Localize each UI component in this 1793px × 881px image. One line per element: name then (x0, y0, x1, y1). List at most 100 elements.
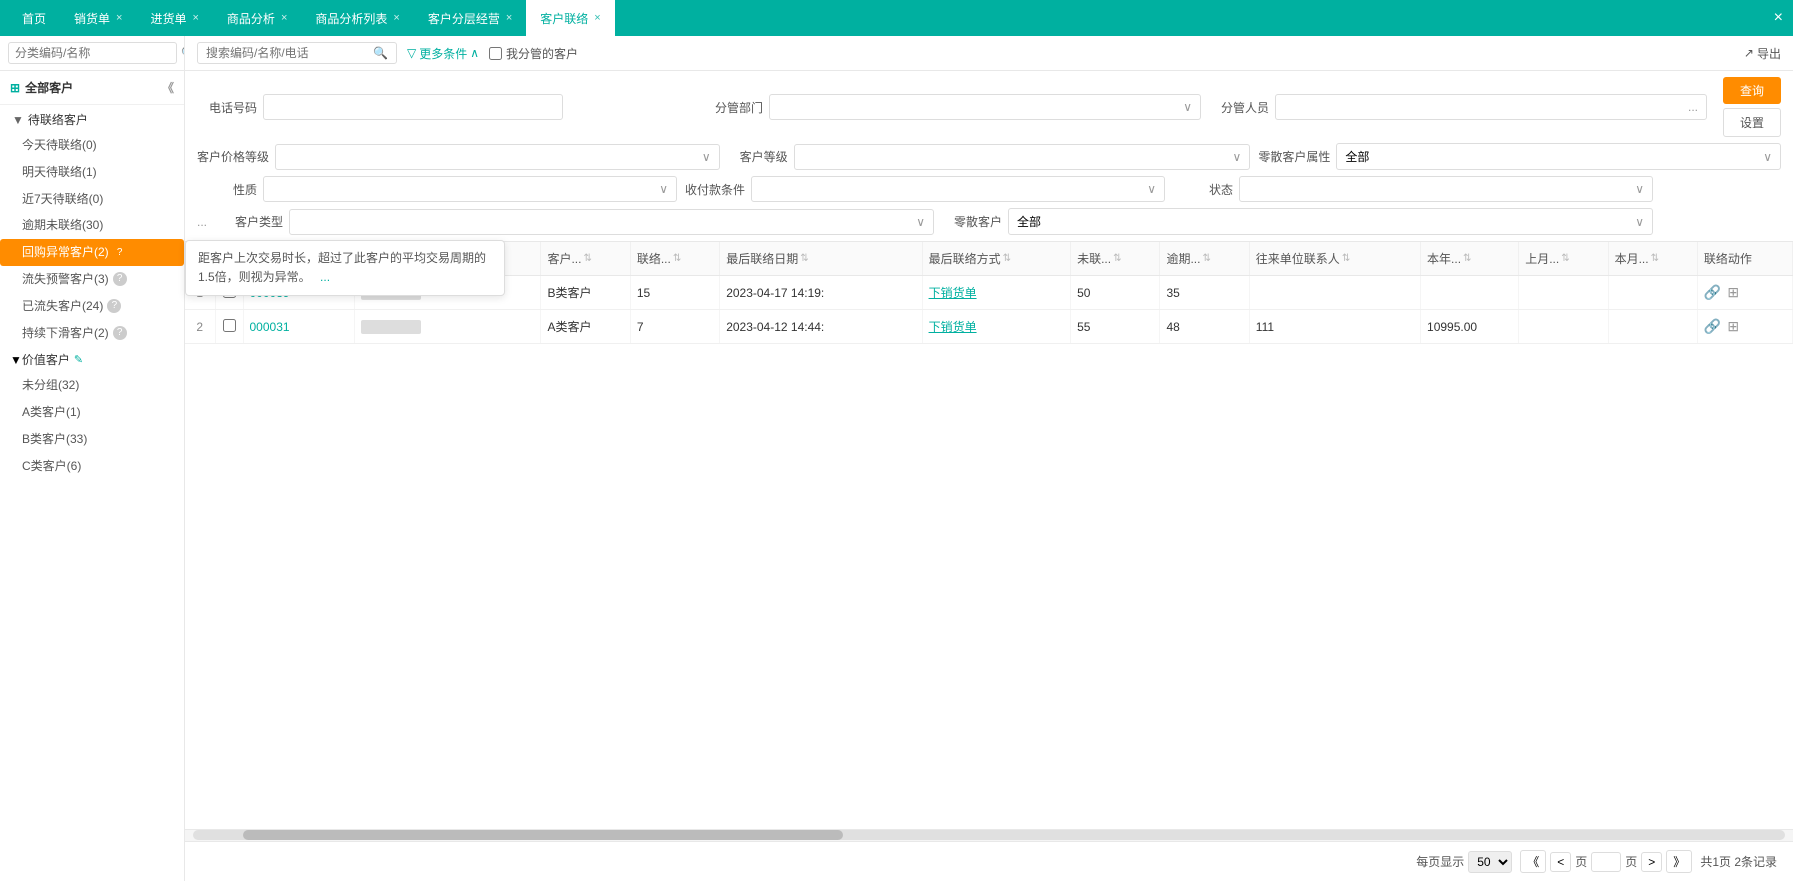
payment-select[interactable]: ∨ (751, 176, 1165, 202)
table-scrollbar[interactable] (185, 829, 1793, 841)
th-last-contact-method[interactable]: 最后联络方式 ⇅ (922, 242, 1071, 276)
prev-page-button[interactable]: < (1550, 852, 1571, 872)
filter-dept: 分管部门 ∨ (703, 94, 1201, 120)
nav-purchase-order[interactable]: 进货单 × (136, 0, 212, 36)
price-grade-select[interactable]: ∨ (275, 144, 720, 170)
collapse-icon[interactable]: 《 (162, 79, 174, 96)
search-icon[interactable]: 🔍 (373, 46, 388, 60)
person-input[interactable]: ... (1275, 94, 1707, 120)
query-button[interactable]: 查询 (1723, 77, 1781, 104)
row2-code[interactable]: 000031 (243, 310, 354, 344)
close-purchase-order[interactable]: × (192, 12, 198, 24)
cust-grade-select[interactable]: ∨ (794, 144, 1251, 170)
gender-select[interactable]: ∨ (263, 176, 677, 202)
th-last-contact-date[interactable]: 最后联络日期 ⇅ (720, 242, 922, 276)
filter-row-2: 客户价格等级 ∨ 客户等级 ∨ 零散客户属性 全部 (197, 143, 1781, 170)
row2-grid-icon[interactable]: ⊞ (1727, 318, 1739, 335)
filter-retail-prop: 零散客户属性 全部 ∨ (1258, 143, 1781, 170)
retail-cust-select[interactable]: 全部 ∨ (1008, 208, 1653, 235)
per-page-select[interactable]: 50 (1468, 851, 1512, 873)
close-product-analysis[interactable]: × (281, 12, 287, 24)
row1-link-icon[interactable]: 🔗 (1704, 284, 1721, 301)
sidebar-search-input[interactable] (8, 42, 177, 64)
my-customers-checkbox[interactable]: 我分管的客户 (489, 45, 578, 62)
row2-checkbox[interactable] (223, 319, 236, 332)
dept-arrow: ∨ (1183, 100, 1192, 114)
sidebar-pending-group[interactable]: ▼ 待联络客户 (0, 105, 184, 132)
export-icon: ↗ (1744, 46, 1754, 60)
phone-input[interactable] (263, 94, 563, 120)
first-page-button[interactable]: 《 (1520, 850, 1546, 873)
th-overdue[interactable]: 逾期... ⇅ (1160, 242, 1249, 276)
nav-customer-contact[interactable]: 客户联络 × (526, 0, 614, 36)
export-button[interactable]: ↗ 导出 (1744, 45, 1781, 62)
row2-contact: 111 (1249, 310, 1420, 344)
retail-prop-select[interactable]: 全部 ∨ (1336, 143, 1781, 170)
status-select[interactable]: ∨ (1239, 176, 1653, 202)
more-filter-dots[interactable]: ... (197, 215, 207, 229)
sidebar-item-ungrouped[interactable]: 未分组(32) (0, 372, 184, 399)
my-customers-check[interactable] (489, 47, 502, 60)
sidebar-item-lost[interactable]: 已流失客户(24) ? (0, 293, 184, 320)
scroll-thumb[interactable] (243, 830, 843, 840)
last-page-button[interactable]: 》 (1666, 850, 1692, 873)
retail-cust-arrow: ∨ (1635, 215, 1644, 229)
gender-arrow: ∨ (659, 182, 668, 196)
sidebar-item-today-pending[interactable]: 今天待联络(0) (0, 132, 184, 159)
more-conditions-button[interactable]: ▽ 更多条件 ∧ (407, 45, 479, 62)
sidebar-item-tomorrow-pending[interactable]: 明天待联络(1) (0, 159, 184, 186)
sidebar-item-7day-pending[interactable]: 近7天待联络(0) (0, 186, 184, 213)
th-uncontacted[interactable]: 未联... ⇅ (1071, 242, 1160, 276)
sort-icon-contact-count: ⇅ (673, 253, 681, 264)
search-input[interactable] (206, 46, 373, 60)
tooltip-popup: 距客户上次交易时长，超过了此客户的平均交易周期的1.5倍，则视为异常。 ... (185, 240, 505, 296)
set-button[interactable]: 设置 (1723, 108, 1781, 137)
th-this-year[interactable]: 本年... ⇅ (1421, 242, 1519, 276)
close-customer-contact[interactable]: × (594, 12, 600, 24)
triangle-icon2: ▼ (10, 353, 22, 367)
page-number-input[interactable]: 1 (1591, 852, 1621, 872)
cust-type-select[interactable]: ∨ (289, 209, 934, 235)
row1-grid-icon[interactable]: ⊞ (1727, 284, 1739, 301)
th-contact-person[interactable]: 往来单位联系人 ⇅ (1249, 242, 1420, 276)
row2-link-icon[interactable]: 🔗 (1704, 318, 1721, 335)
dept-select[interactable]: ∨ (769, 94, 1201, 120)
close-sales-order[interactable]: × (116, 12, 122, 24)
tooltip-more-dots[interactable]: ... (320, 270, 330, 284)
th-this-month[interactable]: 本月... ⇅ (1608, 242, 1697, 276)
filter-status: 状态 ∨ (1173, 176, 1653, 202)
th-action: 联络动作 (1697, 242, 1792, 276)
row2-last-contact-method[interactable]: 下销货单 (922, 310, 1071, 344)
top-navigation: 首页 销货单 × 进货单 × 商品分析 × 商品分析列表 × 客户分层经营 × … (0, 0, 1793, 36)
sidebar-item-b-class[interactable]: B类客户(33) (0, 426, 184, 453)
sidebar-item-overdue-pending[interactable]: 逾期未联络(30) (0, 212, 184, 239)
next-page-button[interactable]: > (1641, 852, 1662, 872)
sidebar-item-repurchase-abnormal[interactable]: 回购异常客户(2) ? (0, 239, 184, 266)
sidebar-all-customers[interactable]: ⊞ 全部客户 《 (0, 71, 184, 105)
nav-product-analysis[interactable]: 商品分析 × (213, 0, 301, 36)
sidebar-item-c-class[interactable]: C类客户(6) (0, 453, 184, 480)
sort-icon-last-month: ⇅ (1561, 253, 1569, 264)
th-last-month[interactable]: 上月... ⇅ (1519, 242, 1608, 276)
sidebar-item-loss-risk[interactable]: 流失预警客户(3) ? (0, 266, 184, 293)
filter-retail-cust: 零散客户 全部 ∨ (942, 208, 1653, 235)
nav-product-analysis-list[interactable]: 商品分析列表 × (301, 0, 413, 36)
th-cust-type[interactable]: 客户... ⇅ (541, 242, 630, 276)
filter-row-4: ... 客户类型 ∨ 零散客户 全部 ∨ (197, 208, 1781, 235)
row2-check[interactable] (215, 310, 243, 344)
row1-action: 🔗 ⊞ (1697, 276, 1792, 310)
sidebar-value-group[interactable]: ▼ 价值客户 ✎ (0, 346, 184, 372)
nav-customer-segmentation[interactable]: 客户分层经营 × (414, 0, 526, 36)
filter-cust-type: 客户类型 ∨ (223, 209, 934, 235)
close-customer-segmentation[interactable]: × (506, 12, 512, 24)
edit-icon[interactable]: ✎ (74, 353, 83, 366)
row1-last-contact-method[interactable]: 下销货单 (922, 276, 1071, 310)
nav-sales-order[interactable]: 销货单 × (60, 0, 136, 36)
sidebar-item-continuous-decline[interactable]: 持续下滑客户(2) ? (0, 320, 184, 347)
th-contact-count[interactable]: 联络... ⇅ (630, 242, 719, 276)
sidebar-item-a-class[interactable]: A类客户(1) (0, 399, 184, 426)
row2-action-icons: 🔗 ⊞ (1704, 318, 1786, 335)
nav-home[interactable]: 首页 (8, 0, 60, 36)
window-close-button[interactable]: × (1774, 9, 1783, 27)
close-product-analysis-list[interactable]: × (393, 12, 399, 24)
